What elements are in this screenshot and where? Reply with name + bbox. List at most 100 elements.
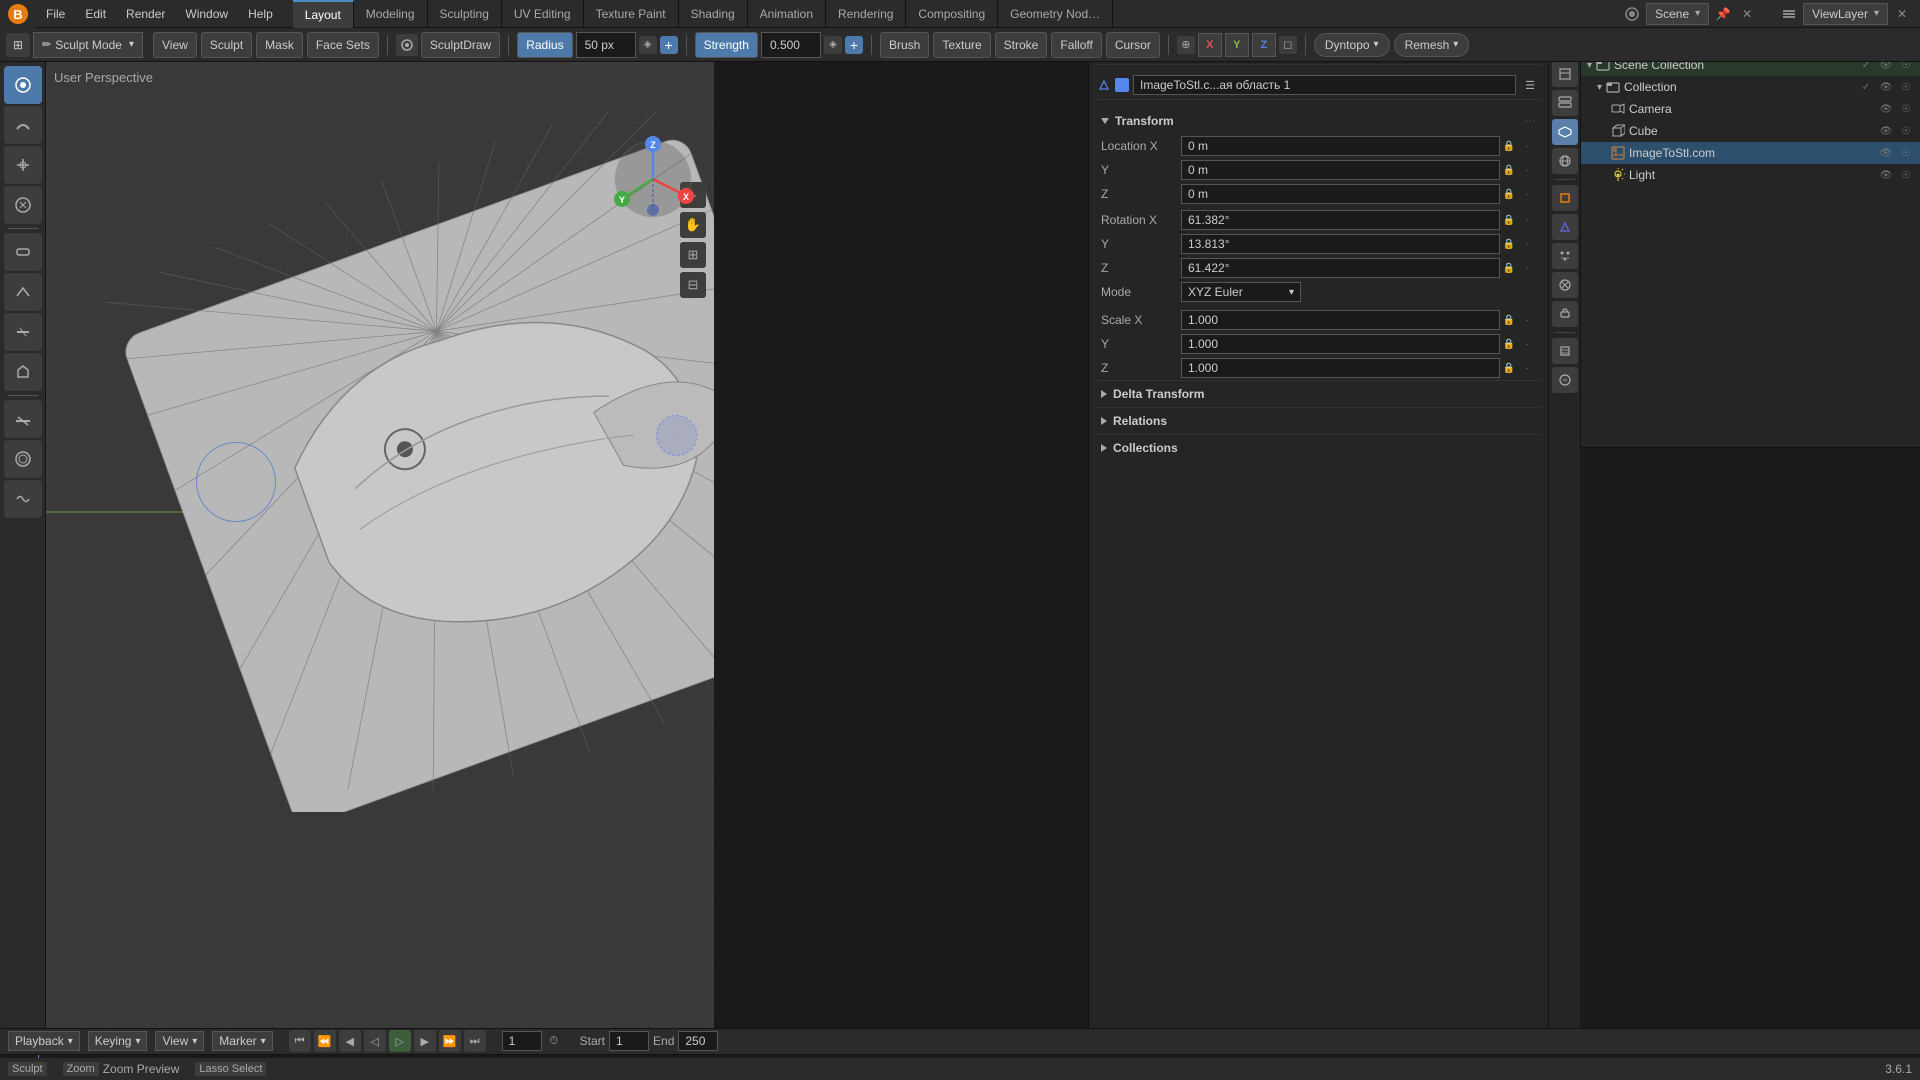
tab-layout[interactable]: Layout [293, 0, 354, 28]
jump-start-btn[interactable]: ⏮ [289, 1030, 311, 1052]
menu-edit[interactable]: Edit [75, 0, 116, 28]
location-z-lock[interactable]: 🔒 [1502, 187, 1516, 201]
menu-window[interactable]: Window [175, 0, 238, 28]
tool-icon[interactable] [396, 34, 418, 56]
delta-transform-section[interactable]: Delta Transform [1097, 380, 1540, 407]
tab-shading[interactable]: Shading [679, 0, 748, 28]
coll-check[interactable]: ✓ [1858, 79, 1874, 95]
tab-uv-editing[interactable]: UV Editing [502, 0, 584, 28]
add-icon[interactable]: + [660, 36, 678, 54]
scale-z-value[interactable]: 1.000 [1181, 358, 1500, 378]
mesh-data-name[interactable]: ImageToStl.c...ая область 1 [1133, 75, 1516, 95]
tab-texture-paint[interactable]: Texture Paint [584, 0, 679, 28]
tool-elastic[interactable] [4, 480, 42, 518]
rotation-z-dot[interactable]: · [1520, 261, 1534, 275]
pin-icon[interactable]: 📌 [1713, 4, 1733, 24]
sculpt-button[interactable]: Sculpt [201, 32, 252, 58]
prop-material-btn[interactable] [1552, 367, 1578, 393]
pressure-icon[interactable]: ◈ [639, 36, 657, 54]
mesh-data-browse-icon[interactable]: ☰ [1520, 75, 1540, 95]
location-y-lock[interactable]: 🔒 [1502, 163, 1516, 177]
tab-sculpting[interactable]: Sculpting [428, 0, 502, 28]
prop-data-btn[interactable] [1552, 338, 1578, 364]
rotation-mode-value[interactable]: XYZ Euler ▾ [1181, 282, 1301, 302]
mode-selector[interactable]: ✏ Sculpt Mode ▾ [33, 32, 143, 58]
menu-file[interactable]: File [36, 0, 75, 28]
viewport-icon[interactable]: ⊞ [6, 33, 30, 57]
tool-pinch[interactable] [4, 146, 42, 184]
coll-eye[interactable]: 👁 [1878, 79, 1894, 95]
brush-btn[interactable]: Brush [880, 32, 929, 58]
scale-y-value[interactable]: 1.000 [1181, 334, 1500, 354]
scale-z-lock[interactable]: 🔒 [1502, 361, 1516, 375]
cube-eye[interactable]: 👁 [1878, 123, 1894, 139]
strength-value[interactable]: 0.500 [761, 32, 821, 58]
location-x-value[interactable]: 0 m [1181, 136, 1500, 156]
collection-row[interactable]: ▾ Collection ✓ 👁 ☉ [1581, 76, 1920, 98]
scene-selector[interactable]: Scene ▾ [1646, 3, 1709, 25]
rotation-x-value[interactable]: 61.382° [1181, 210, 1500, 230]
next-key-btn[interactable]: ▶ [414, 1030, 436, 1052]
mask-button[interactable]: Mask [256, 32, 303, 58]
strength-add-icon[interactable]: + [845, 36, 863, 54]
location-y-dot[interactable]: · [1520, 163, 1534, 177]
coll-select[interactable]: ☉ [1898, 79, 1914, 95]
imagetostl-select[interactable]: ☉ [1898, 145, 1914, 161]
scale-x-lock[interactable]: 🔒 [1502, 313, 1516, 327]
prop-view-layer-btn[interactable] [1552, 90, 1578, 116]
tool-draw[interactable] [4, 66, 42, 104]
prop-world-btn[interactable] [1552, 148, 1578, 174]
light-row[interactable]: Light 👁 ☉ [1581, 164, 1920, 186]
tool-fill[interactable] [4, 353, 42, 391]
rotation-y-lock[interactable]: 🔒 [1502, 237, 1516, 251]
radius-btn[interactable]: Radius [517, 32, 572, 58]
playback-dropdown[interactable]: Playback ▾ [8, 1031, 80, 1051]
rotation-x-lock[interactable]: 🔒 [1502, 213, 1516, 227]
scale-y-lock[interactable]: 🔒 [1502, 337, 1516, 351]
frame-clock-icon[interactable]: ⏱ [544, 1031, 564, 1051]
menu-help[interactable]: Help [238, 0, 283, 28]
viewport[interactable]: User Perspective [46, 62, 714, 1028]
prop-physics-btn[interactable] [1552, 272, 1578, 298]
close-view-layer-icon[interactable]: ✕ [1892, 4, 1912, 24]
scale-x-dot[interactable]: · [1520, 313, 1534, 327]
location-x-dot[interactable]: · [1520, 139, 1534, 153]
axis-y-btn[interactable]: Y [1225, 33, 1249, 57]
cursor-btn[interactable]: Cursor [1106, 32, 1160, 58]
strength-btn[interactable]: Strength [695, 32, 758, 58]
view-layer-icon[interactable] [1779, 4, 1799, 24]
camera-row[interactable]: Camera 👁 ☉ [1581, 98, 1920, 120]
location-x-lock[interactable]: 🔒 [1502, 139, 1516, 153]
prev-key-btn[interactable]: ◀ [339, 1030, 361, 1052]
menu-render[interactable]: Render [116, 0, 175, 28]
location-z-value[interactable]: 0 m [1181, 184, 1500, 204]
marker-dropdown[interactable]: Marker ▾ [212, 1031, 272, 1051]
blender-logo[interactable]: B [0, 0, 36, 28]
camera-eye[interactable]: 👁 [1878, 101, 1894, 117]
tab-rendering[interactable]: Rendering [826, 0, 906, 28]
prop-scene-btn[interactable] [1552, 119, 1578, 145]
texture-btn[interactable]: Texture [933, 32, 990, 58]
prop-output-btn[interactable] [1552, 61, 1578, 87]
tool-crease[interactable] [4, 273, 42, 311]
axis-x-btn[interactable]: X [1198, 33, 1222, 57]
rotation-x-dot[interactable]: · [1520, 213, 1534, 227]
collections-section[interactable]: Collections [1097, 434, 1540, 461]
strength-pressure-icon[interactable]: ◈ [824, 36, 842, 54]
play-btn[interactable]: ▷ [389, 1030, 411, 1052]
tool-flatten[interactable] [4, 313, 42, 351]
dyntopo-btn[interactable]: Dyntopo ▾ [1314, 33, 1390, 57]
close-scene-icon[interactable]: ✕ [1737, 4, 1757, 24]
transform-options[interactable]: ··· [1525, 115, 1536, 127]
view-dropdown[interactable]: View ▾ [155, 1031, 204, 1051]
transform-icon[interactable]: ⊕ [1177, 36, 1195, 54]
axis-z-btn[interactable]: Z [1252, 33, 1276, 57]
view-button[interactable]: View [153, 32, 197, 58]
stroke-btn[interactable]: Stroke [995, 32, 1048, 58]
rotation-z-lock[interactable]: 🔒 [1502, 261, 1516, 275]
prop-modifier-btn[interactable] [1552, 214, 1578, 240]
light-eye[interactable]: 👁 [1878, 167, 1894, 183]
remesh-btn[interactable]: Remesh ▾ [1394, 33, 1470, 57]
imagetostl-eye[interactable]: 👁 [1878, 145, 1894, 161]
radius-value[interactable]: 50 px [576, 32, 636, 58]
